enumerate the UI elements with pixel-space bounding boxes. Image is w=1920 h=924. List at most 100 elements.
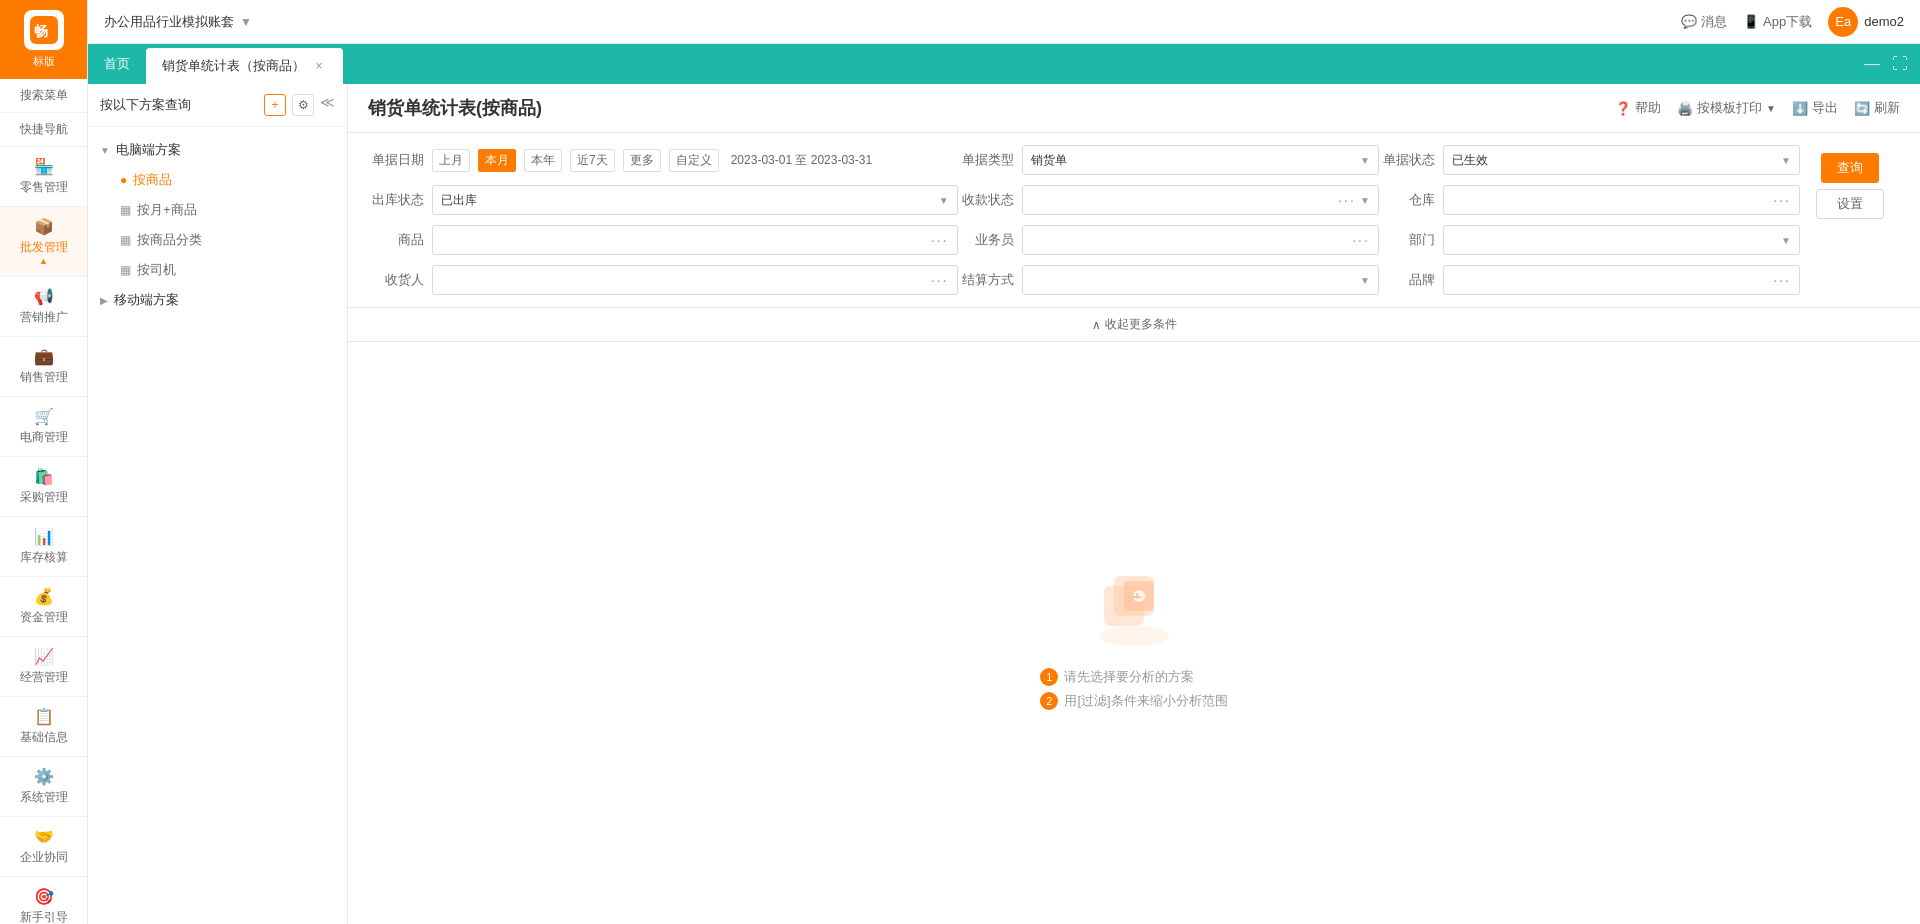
sidebar-item-retail[interactable]: 🏪 零售管理 — [0, 147, 87, 207]
plan-item-by-cashier[interactable]: ▦ 按司机 — [88, 255, 347, 285]
doctype-arrow-icon: ▼ — [1360, 155, 1370, 166]
filter-collapse-btn[interactable]: ≪ — [320, 94, 335, 116]
sidebar-item-basic[interactable]: 📋 基础信息 — [0, 697, 87, 757]
industry-name: 办公用品行业模拟账套 — [104, 13, 234, 31]
date-btn-custom[interactable]: 自定义 — [669, 149, 719, 172]
print-template-btn[interactable]: 🖨️ 按模板打印 ▼ — [1677, 99, 1776, 117]
filter-row-1: 单据日期 上月 本月 本年 近7天 更多 自定义 2023-03-01 至 20… — [368, 145, 1800, 175]
tab-close-icon[interactable]: × — [311, 58, 327, 74]
filter-field-outstatus: 出库状态 已出库 ▼ — [368, 185, 958, 215]
tab-home[interactable]: 首页 — [88, 44, 146, 84]
newguide-icon: 🎯 — [34, 887, 54, 906]
warehouse-dots: ··· — [1773, 192, 1791, 208]
recvstatus-control[interactable]: ··· ▼ — [1022, 185, 1379, 215]
plan-section: ▼ 电脑端方案 ● 按商品 ▦ 按月+商品 ▦ 按商品分类 — [88, 127, 347, 323]
sidebar-item-wholesale[interactable]: 📦 批发管理 ▲ — [0, 207, 87, 277]
product-dots: ··· — [931, 232, 949, 248]
refresh-label: 刷新 — [1874, 99, 1900, 117]
filter-panel-actions: + ⚙ ≪ — [264, 94, 335, 116]
sidebar-item-inventory-label: 库存核算 — [20, 549, 68, 566]
filter-field-warehouse: 仓库 ··· — [1379, 185, 1800, 215]
date-btn-7days[interactable]: 近7天 — [570, 149, 615, 172]
brand-dots: ··· — [1773, 272, 1791, 288]
topbar: 办公用品行业模拟账套 ▼ 💬 消息 📱 App下载 Ea demo2 — [88, 0, 1920, 44]
refresh-btn[interactable]: 🔄 刷新 — [1854, 99, 1900, 117]
department-control[interactable]: ▼ — [1443, 225, 1800, 255]
sidebar-item-marketing-label: 营销推广 — [20, 309, 68, 326]
print-icon: 🖨️ — [1677, 101, 1693, 116]
date-btn-more[interactable]: 更多 — [623, 149, 661, 172]
settings-button[interactable]: 设置 — [1816, 189, 1884, 219]
collapse-up-icon: ∧ — [1092, 318, 1101, 332]
basic-icon: 📋 — [34, 707, 54, 726]
message-btn[interactable]: 💬 消息 — [1681, 13, 1727, 31]
filter-panel-title: 按以下方案查询 — [100, 96, 258, 114]
sidebar-item-basic-label: 基础信息 — [20, 729, 68, 746]
sidebar-item-marketing[interactable]: 📢 营销推广 — [0, 277, 87, 337]
filter-field-department: 部门 ▼ — [1379, 225, 1800, 255]
industry-selector[interactable]: 办公用品行业模拟账套 ▼ — [104, 13, 252, 31]
plan-group-desktop-header[interactable]: ▼ 电脑端方案 — [88, 135, 347, 165]
salesperson-control[interactable]: ··· — [1022, 225, 1379, 255]
tab-minimize-btn[interactable]: — — [1864, 55, 1880, 73]
sidebar-item-operation[interactable]: 📈 经营管理 — [0, 637, 87, 697]
industry-arrow-icon: ▼ — [240, 15, 252, 29]
sidebar-item-finance[interactable]: 💰 资金管理 — [0, 577, 87, 637]
sidebar: 畅 标版 搜索菜单 快捷导航 🏪 零售管理 📦 批发管理 ▲ 📢 营销推广 💼 … — [0, 0, 88, 924]
tab-maximize-btn[interactable]: ⛶ — [1892, 55, 1908, 73]
inventory-icon: 📊 — [34, 527, 54, 546]
plan-group-mobile-arrow: ▶ — [100, 295, 108, 306]
sidebar-item-purchase[interactable]: 🛍️ 采购管理 — [0, 457, 87, 517]
filter-add-btn[interactable]: + — [264, 94, 286, 116]
tab-active-label: 销货单统计表（按商品） — [162, 57, 305, 75]
quick-nav[interactable]: 快捷导航 — [0, 113, 87, 147]
receiver-control[interactable]: ··· — [432, 265, 958, 295]
tab-active[interactable]: 销货单统计表（按商品） × — [146, 48, 343, 84]
plan-item-by-product[interactable]: ● 按商品 — [88, 165, 347, 195]
plan-item-by-month-product[interactable]: ▦ 按月+商品 — [88, 195, 347, 225]
department-label: 部门 — [1379, 231, 1443, 249]
empty-tips: 1 请先选择要分析的方案 2 用[过滤]条件来缩小分析范围 — [1040, 668, 1227, 710]
plan-item-by-category[interactable]: ▦ 按商品分类 — [88, 225, 347, 255]
help-btn[interactable]: ❓ 帮助 — [1615, 99, 1661, 117]
sidebar-item-ecommerce-label: 电商管理 — [20, 429, 68, 446]
app-download-btn[interactable]: 📱 App下载 — [1743, 13, 1812, 31]
app-download-icon: 📱 — [1743, 14, 1759, 29]
sidebar-item-newguide-label: 新手引导 — [20, 909, 68, 924]
outstatus-control[interactable]: 已出库 ▼ — [432, 185, 958, 215]
product-label: 商品 — [368, 231, 432, 249]
date-btn-last-month[interactable]: 上月 — [432, 149, 470, 172]
collapse-bar[interactable]: ∧ 收起更多条件 — [348, 308, 1920, 342]
sidebar-item-newguide[interactable]: 🎯 新手引导 — [0, 877, 87, 924]
sidebar-item-purchase-label: 采购管理 — [20, 489, 68, 506]
sidebar-item-system[interactable]: ⚙️ 系统管理 — [0, 757, 87, 817]
filter-form: 单据日期 上月 本月 本年 近7天 更多 自定义 2023-03-01 至 20… — [348, 133, 1920, 308]
help-label: 帮助 — [1635, 99, 1661, 117]
query-button[interactable]: 查询 — [1821, 153, 1879, 183]
plan-item-by-product-icon: ● — [120, 173, 127, 187]
receiver-label: 收货人 — [368, 271, 432, 289]
date-btn-this-month[interactable]: 本月 — [478, 149, 516, 172]
user-area[interactable]: Ea demo2 — [1828, 7, 1904, 37]
warehouse-control[interactable]: ··· — [1443, 185, 1800, 215]
filter-settings-btn[interactable]: ⚙ — [292, 94, 314, 116]
sidebar-item-inventory[interactable]: 📊 库存核算 — [0, 517, 87, 577]
plan-item-by-cashier-icon: ▦ — [120, 263, 131, 277]
sidebar-item-ecommerce[interactable]: 🛒 电商管理 — [0, 397, 87, 457]
docstatus-control[interactable]: 已生效 ▼ — [1443, 145, 1800, 175]
search-menu[interactable]: 搜索菜单 — [0, 79, 87, 113]
sidebar-item-enterprise[interactable]: 🤝 企业协同 — [0, 817, 87, 877]
sidebar-logo[interactable]: 畅 标版 — [0, 0, 87, 79]
settlement-control[interactable]: ▼ — [1022, 265, 1379, 295]
doctype-control[interactable]: 销货单 ▼ — [1022, 145, 1379, 175]
plan-group-desktop-arrow: ▼ — [100, 145, 110, 156]
plan-group-mobile-header[interactable]: ▶ 移动端方案 — [88, 285, 347, 315]
avatar-text: Ea — [1835, 14, 1851, 29]
date-btn-this-year[interactable]: 本年 — [524, 149, 562, 172]
sidebar-item-sales[interactable]: 💼 销售管理 — [0, 337, 87, 397]
export-btn[interactable]: ⬇️ 导出 — [1792, 99, 1838, 117]
brand-control[interactable]: ··· — [1443, 265, 1800, 295]
plan-item-by-product-label: 按商品 — [133, 171, 172, 189]
tip2-num: 2 — [1040, 692, 1058, 710]
product-control[interactable]: ··· — [432, 225, 958, 255]
